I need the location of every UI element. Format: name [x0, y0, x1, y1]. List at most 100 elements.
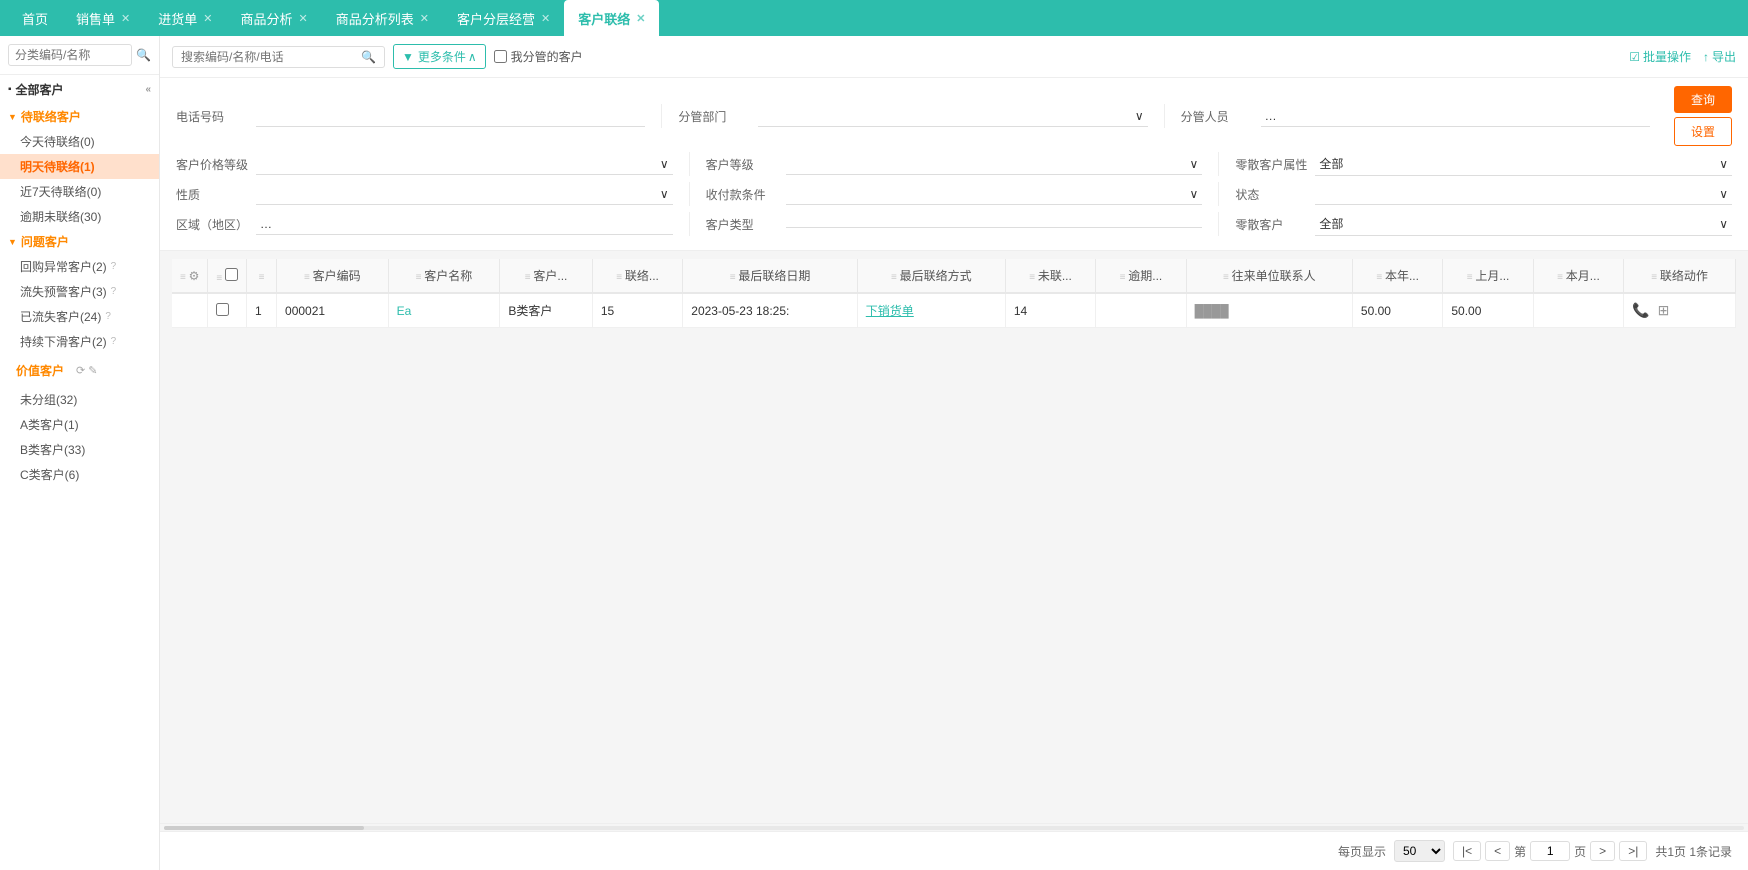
next-page-button[interactable]: > — [1590, 841, 1615, 861]
help-icon-2[interactable]: ? — [105, 311, 111, 322]
collapse-all-icon[interactable]: « — [145, 84, 151, 95]
prev-page-button[interactable]: < — [1485, 841, 1510, 861]
close-sales-icon[interactable]: ✕ — [121, 12, 130, 25]
query-button[interactable]: 查询 — [1674, 86, 1732, 113]
sidebar-tomorrow-contact[interactable]: 明天待联络(1) — [0, 154, 159, 179]
sidebar-a-class[interactable]: A类客户(1) — [0, 412, 159, 437]
value-customers-group[interactable]: 价值客户 — [8, 358, 72, 383]
retail-attr-chevron: ∨ — [1719, 157, 1728, 171]
col-unit-contact[interactable]: 往来单位联系人 — [1186, 259, 1352, 293]
customer-level-chevron: ∨ — [1190, 157, 1199, 171]
col-name[interactable]: 客户名称 — [388, 259, 500, 293]
col-year-amount[interactable]: 本年... — [1352, 259, 1442, 293]
first-page-button[interactable]: |< — [1453, 841, 1481, 861]
checkbox-col-header — [208, 259, 247, 293]
close-purchase-icon[interactable]: ✕ — [203, 12, 212, 25]
last-page-button[interactable]: >| — [1619, 841, 1647, 861]
row-code[interactable]: 000021 — [277, 293, 389, 328]
gender-select[interactable]: ∨ — [256, 184, 673, 205]
sidebar-repurchase-abnormal[interactable]: 回购异常客户(2) ? — [0, 254, 159, 279]
action-icons: 📞 ⊞ — [1632, 302, 1727, 319]
sidebar-declining[interactable]: 持续下滑客户(2) ? — [0, 329, 159, 354]
sidebar-overdue-contact[interactable]: 逾期未联络(30) — [0, 204, 159, 229]
page-number-input[interactable] — [1530, 841, 1570, 861]
close-product-list-icon[interactable]: ✕ — [420, 12, 429, 25]
sidebar-week-contact[interactable]: 近7天待联络(0) — [0, 179, 159, 204]
close-product-analysis-icon[interactable]: ✕ — [299, 12, 308, 25]
retail-customer-select[interactable]: 全部 ∨ — [1315, 212, 1732, 236]
row-select-checkbox[interactable] — [216, 303, 229, 316]
col-contact-count[interactable]: 联络... — [592, 259, 682, 293]
sidebar-c-class[interactable]: C类客户(6) — [0, 462, 159, 487]
status-select[interactable]: ∨ — [1315, 184, 1732, 205]
phone-input[interactable] — [256, 106, 645, 127]
phone-action-icon[interactable]: 📞 — [1632, 302, 1649, 319]
reset-button[interactable]: 设置 — [1674, 117, 1732, 146]
filter-divider-4 — [1218, 152, 1219, 176]
col-customer-type[interactable]: 客户... — [500, 259, 593, 293]
nav-product-analysis[interactable]: 商品分析 ✕ — [226, 0, 321, 36]
all-customers-title[interactable]: ▪ 全部客户 « — [0, 75, 159, 104]
col-this-month[interactable]: 本月... — [1533, 259, 1623, 293]
sidebar-today-contact[interactable]: 今天待联络(0) — [0, 129, 159, 154]
sidebar-b-class[interactable]: B类客户(33) — [0, 437, 159, 462]
help-icon-0[interactable]: ? — [111, 261, 117, 272]
select-all-checkbox[interactable] — [225, 268, 238, 281]
customers-table: ⚙ 客户编码 客户名称 客户... 联络... 最后联络日期 最后联络方式 未联… — [172, 259, 1736, 328]
batch-op-button[interactable]: ☑ 批量操作 — [1629, 48, 1691, 65]
col-code[interactable]: 客户编码 — [277, 259, 389, 293]
nav-customer-tier[interactable]: 客户分层经营 ✕ — [443, 0, 564, 36]
qr-action-icon[interactable]: ⊞ — [1658, 302, 1670, 319]
filter-chevron-icon: ∧ — [468, 50, 477, 64]
sidebar-search-icon[interactable]: 🔍 — [136, 48, 151, 62]
nav-home[interactable]: 首页 — [8, 0, 62, 36]
dept-select[interactable]: ∨ — [758, 106, 1147, 127]
sidebar-churn-warning[interactable]: 流失预警客户(3) ? — [0, 279, 159, 304]
phone-filter: 电话号码 — [176, 106, 645, 127]
col-last-contact-method[interactable]: 最后联络方式 — [857, 259, 1005, 293]
region-select[interactable]: … — [256, 214, 673, 235]
col-unlinked[interactable]: 未联... — [1005, 259, 1095, 293]
settings-col-header[interactable]: ⚙ — [172, 259, 208, 293]
gender-chevron: ∨ — [660, 187, 669, 201]
col-last-contact-date[interactable]: 最后联络日期 — [683, 259, 858, 293]
retail-attr-select[interactable]: 全部 ∨ — [1315, 152, 1732, 176]
manager-select[interactable]: … — [1261, 106, 1650, 127]
customer-type-select[interactable] — [786, 221, 1203, 228]
status-chevron: ∨ — [1719, 187, 1728, 201]
contact-method-link[interactable]: 下销货单 — [866, 304, 914, 318]
row-name[interactable]: Ea — [388, 293, 500, 328]
nav-purchase[interactable]: 进货单 ✕ — [144, 0, 226, 36]
more-filter-button[interactable]: ▼ 更多条件 ∧ — [393, 44, 486, 69]
close-customer-contact-icon[interactable]: ✕ — [636, 12, 645, 25]
sidebar-churned[interactable]: 已流失客户(24) ? — [0, 304, 159, 329]
horizontal-scrollbar[interactable] — [160, 823, 1748, 831]
help-icon-3[interactable]: ? — [111, 336, 117, 347]
scrollbar-thumb[interactable] — [164, 826, 364, 830]
customer-level-select[interactable]: ∨ — [786, 154, 1203, 175]
nav-product-list[interactable]: 商品分析列表 ✕ — [322, 0, 443, 36]
nav-customer-contact[interactable]: 客户联络 ✕ — [564, 0, 659, 36]
price-level-select[interactable]: ∨ — [256, 154, 673, 175]
export-button[interactable]: ↑ 导出 — [1703, 48, 1736, 65]
row-last-contact-method[interactable]: 下销货单 — [857, 293, 1005, 328]
help-icon-1[interactable]: ? — [111, 286, 117, 297]
gender-filter: 性质 ∨ — [176, 184, 673, 205]
sidebar-search-input[interactable] — [8, 44, 132, 66]
settings-gear-icon[interactable]: ⚙ — [189, 269, 200, 283]
problem-customers-group[interactable]: 问题客户 — [0, 229, 159, 254]
nav-sales[interactable]: 销售单 ✕ — [62, 0, 144, 36]
filter-divider-8 — [1218, 212, 1219, 236]
search-input[interactable] — [181, 50, 361, 64]
payment-select[interactable]: ∨ — [786, 184, 1203, 205]
dept-filter: 分管部门 ∨ — [678, 106, 1147, 127]
col-overdue[interactable]: 逾期... — [1096, 259, 1186, 293]
top-nav: 首页 销售单 ✕ 进货单 ✕ 商品分析 ✕ 商品分析列表 ✕ 客户分层经营 ✕ … — [0, 0, 1748, 36]
col-last-month[interactable]: 上月... — [1443, 259, 1533, 293]
page-size-select[interactable]: 50 100 — [1394, 840, 1445, 862]
search-submit-icon[interactable]: 🔍 — [361, 50, 376, 64]
close-customer-tier-icon[interactable]: ✕ — [541, 12, 550, 25]
sidebar-ungrouped[interactable]: 未分组(32) — [0, 387, 159, 412]
waiting-contact-group[interactable]: 待联络客户 — [0, 104, 159, 129]
my-customers-checkbox[interactable] — [494, 50, 507, 63]
